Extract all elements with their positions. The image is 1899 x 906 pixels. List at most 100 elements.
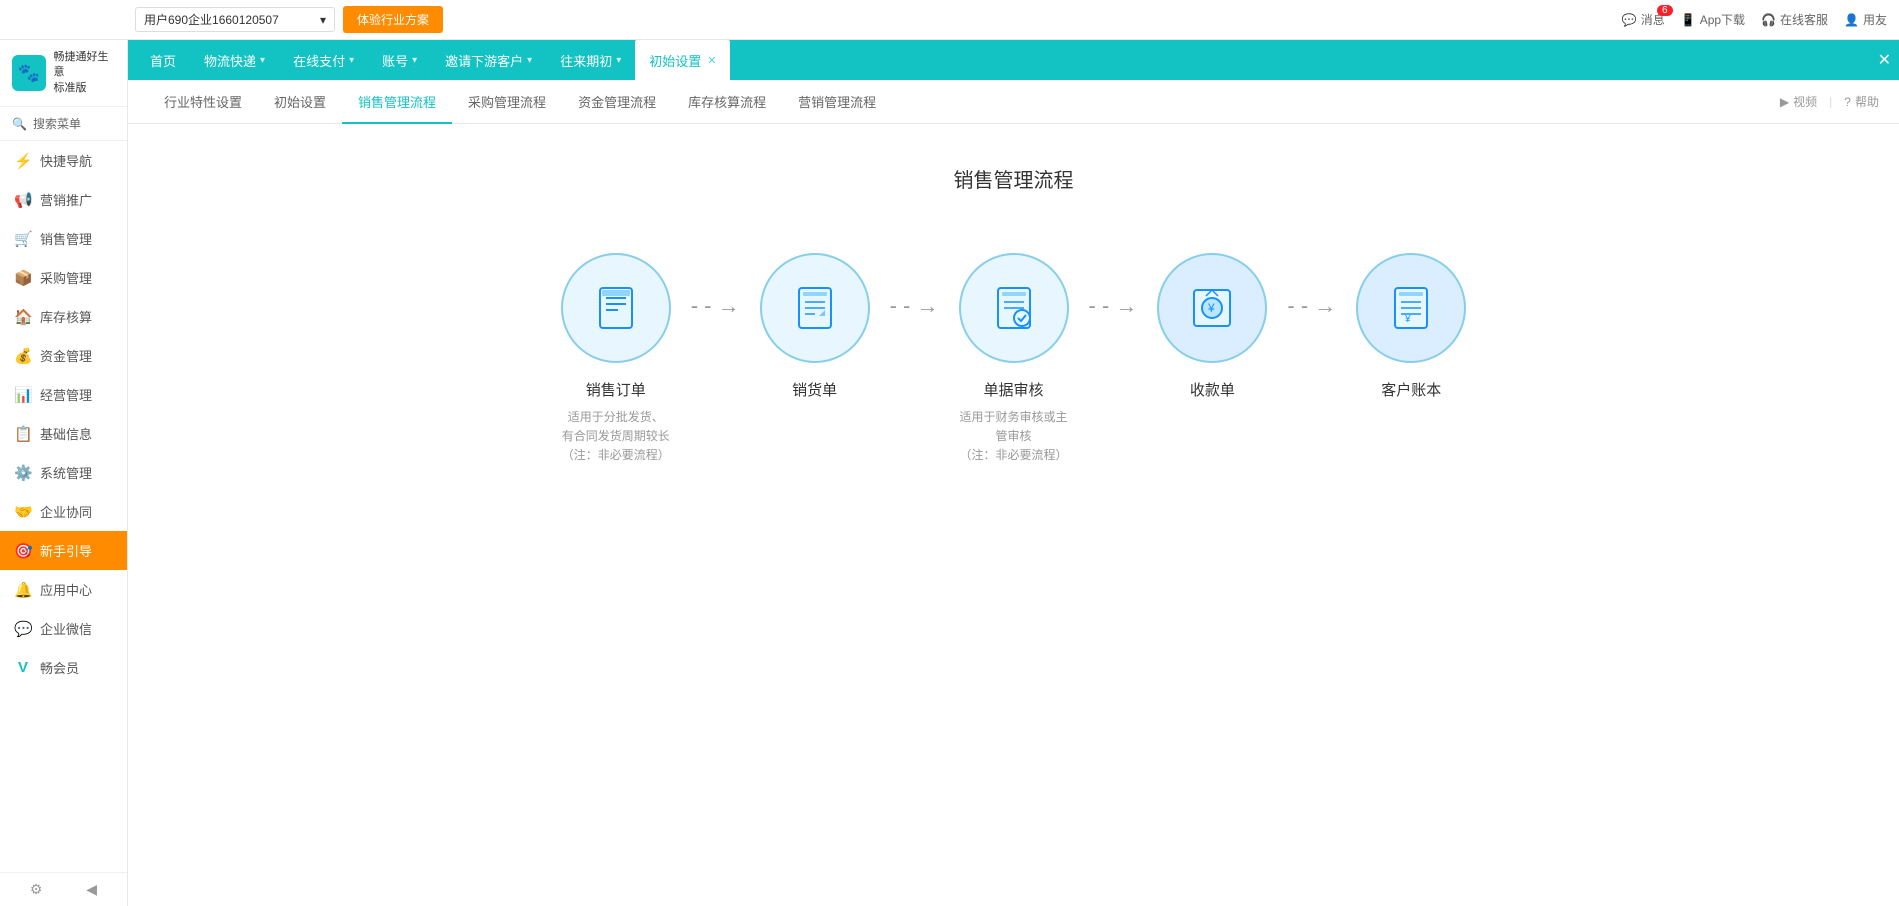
user-avatar-icon: 👤	[1844, 13, 1859, 27]
sidebar-item-sales-mgmt[interactable]: 🛒 销售管理	[0, 219, 127, 258]
user-label: 用户690企业1660120507	[144, 11, 279, 28]
help-link[interactable]: ? 帮助	[1844, 93, 1879, 110]
chevron-icon: ▾	[349, 55, 354, 66]
sales-icon: 🛒	[14, 230, 32, 248]
logo-icon: 🐾	[12, 55, 46, 91]
marketing-icon: 📢	[14, 191, 32, 209]
svg-text:¥: ¥	[1404, 314, 1411, 325]
sub-tab-label: 初始设置	[274, 92, 326, 111]
flow-circle-doc-review[interactable]	[959, 253, 1069, 363]
flow-arrow-2: - - →	[890, 253, 939, 319]
top-bar: 用户690企业1660120507 ▾ 体验行业方案 💬 消息 6 📱 App下…	[0, 0, 1899, 40]
user-selector[interactable]: 用户690企业1660120507 ▾	[135, 7, 335, 32]
sidebar-item-label: 基础信息	[40, 424, 92, 443]
flow-label-sales-invoice: 销货单	[792, 379, 837, 400]
flow-desc-doc-review: 适用于财务审核或主管审核（注：非必要流程）	[959, 408, 1067, 466]
sidebar-item-label: 企业微信	[40, 619, 92, 638]
app-download-item[interactable]: 📱 App下载	[1681, 11, 1745, 28]
sidebar-logo: 🐾 畅捷通好生意 标准版	[0, 40, 127, 107]
sidebar-search[interactable]: 🔍 搜索菜单	[0, 107, 127, 141]
sidebar-item-label: 快捷导航	[40, 151, 92, 170]
top-bar-left: 用户690企业1660120507 ▾ 体验行业方案	[0, 6, 443, 33]
purchase-icon: 📦	[14, 269, 32, 287]
sidebar-item-chang-member[interactable]: V 畅会员	[0, 648, 127, 687]
sidebar-item-quick-nav[interactable]: ⚡ 快捷导航	[0, 141, 127, 180]
flow-step-customer-ledger: ¥ 客户账本	[1331, 253, 1491, 408]
tab-period-init[interactable]: 往来期初 ▾	[546, 40, 635, 80]
flow-circle-receipt[interactable]: ¥	[1157, 253, 1267, 363]
user-menu-item[interactable]: 👤 用友	[1844, 11, 1887, 28]
sidebar-item-label: 采购管理	[40, 268, 92, 287]
sub-tab-init-setup[interactable]: 初始设置	[258, 80, 342, 124]
sidebar-item-enterprise-wechat[interactable]: 💬 企业微信	[0, 609, 127, 648]
flow-arrow-3: - - →	[1089, 253, 1138, 319]
chevron-icon: ▾	[616, 55, 621, 66]
sub-tab-industry[interactable]: 行业特性设置	[148, 80, 258, 124]
flow-label-doc-review: 单据审核	[983, 379, 1043, 400]
close-all-icon[interactable]: ✕	[1878, 50, 1891, 70]
chevron-icon: ▾	[412, 55, 417, 66]
sub-tab-marketing-flow[interactable]: 营销管理流程	[782, 80, 892, 124]
flow-step-doc-review: 单据审核 适用于财务审核或主管审核（注：非必要流程）	[934, 253, 1094, 466]
settings-icon[interactable]: ⚙	[30, 881, 43, 898]
flow-arrow-1: - - →	[691, 253, 740, 319]
sidebar-item-marketing-promo[interactable]: 📢 营销推广	[0, 180, 127, 219]
sidebar-item-basic-info[interactable]: 📋 基础信息	[0, 414, 127, 453]
app-center-icon: 🔔	[14, 581, 32, 599]
sidebar-item-enterprise-collab[interactable]: 🤝 企业协同	[0, 492, 127, 531]
tab-account[interactable]: 账号 ▾	[368, 40, 431, 80]
tab-initial-setup[interactable]: 初始设置 ✕	[635, 40, 730, 80]
sidebar-item-finance-mgmt[interactable]: 💰 资金管理	[0, 336, 127, 375]
quick-nav-icon: ⚡	[14, 152, 32, 170]
tab-payment[interactable]: 在线支付 ▾	[279, 40, 368, 80]
system-icon: ⚙️	[14, 464, 32, 482]
search-label: 搜索菜单	[33, 115, 81, 132]
tab-logistics[interactable]: 物流快递 ▾	[190, 40, 279, 80]
wechat-icon: 💬	[14, 620, 32, 638]
sidebar-item-label: 新手引导	[40, 541, 92, 560]
sidebar-item-purchase-mgmt[interactable]: 📦 采购管理	[0, 258, 127, 297]
help-icon: ?	[1844, 95, 1851, 109]
sidebar-item-app-center[interactable]: 🔔 应用中心	[0, 570, 127, 609]
sidebar-bottom: ⚙ ◀	[0, 872, 127, 906]
sidebar-item-label: 资金管理	[40, 346, 92, 365]
page-body: 销售管理流程	[128, 124, 1899, 486]
tab-label: 往来期初	[560, 51, 612, 70]
play-icon: ▶	[1780, 95, 1789, 109]
video-link[interactable]: ▶ 视频	[1780, 93, 1817, 110]
sales-order-icon	[590, 282, 642, 334]
sub-tab-sales-flow[interactable]: 销售管理流程	[342, 80, 452, 124]
message-item[interactable]: 💬 消息 6	[1622, 11, 1665, 28]
sidebar-item-new-guide[interactable]: 🎯 新手引导	[0, 531, 127, 570]
ops-icon: 📊	[14, 386, 32, 404]
customer-ledger-icon: ¥	[1385, 282, 1437, 334]
collapse-icon[interactable]: ◀	[86, 881, 97, 898]
message-badge: 6	[1657, 5, 1673, 16]
inventory-icon: 🏠	[14, 308, 32, 326]
member-icon: V	[14, 659, 32, 676]
sidebar-item-system-mgmt[interactable]: ⚙️ 系统管理	[0, 453, 127, 492]
sidebar-item-ops-mgmt[interactable]: 📊 经营管理	[0, 375, 127, 414]
sidebar: 🐾 畅捷通好生意 标准版 🔍 搜索菜单 ⚡ 快捷导航 📢 营销推广 🛒 销售管理…	[0, 40, 128, 906]
flow-circle-sales-order[interactable]	[561, 253, 671, 363]
flow-circle-customer-ledger[interactable]: ¥	[1356, 253, 1466, 363]
trial-button[interactable]: 体验行业方案	[343, 6, 443, 33]
logo-text: 畅捷通好生意 标准版	[54, 50, 115, 96]
tab-label: 首页	[150, 51, 176, 70]
tab-close-icon[interactable]: ✕	[707, 54, 716, 67]
chevron-icon: ▾	[260, 55, 265, 66]
tab-home[interactable]: 首页	[136, 40, 190, 80]
service-item[interactable]: 🎧 在线客服	[1761, 11, 1828, 28]
sub-tab-finance-flow[interactable]: 资金管理流程	[562, 80, 672, 124]
sub-tab-inventory-flow[interactable]: 库存核算流程	[672, 80, 782, 124]
sidebar-item-label: 经营管理	[40, 385, 92, 404]
tab-invite[interactable]: 邀请下游客户 ▾	[431, 40, 546, 80]
sub-tab-purchase-flow[interactable]: 采购管理流程	[452, 80, 562, 124]
sub-tab-label: 资金管理流程	[578, 92, 656, 111]
chevron-icon: ▾	[527, 55, 532, 66]
guide-icon: 🎯	[14, 542, 32, 560]
sidebar-item-inventory[interactable]: 🏠 库存核算	[0, 297, 127, 336]
flow-circle-sales-invoice[interactable]	[760, 253, 870, 363]
sub-tab-label: 库存核算流程	[688, 92, 766, 111]
flow-step-sales-invoice: 销货单	[735, 253, 895, 408]
